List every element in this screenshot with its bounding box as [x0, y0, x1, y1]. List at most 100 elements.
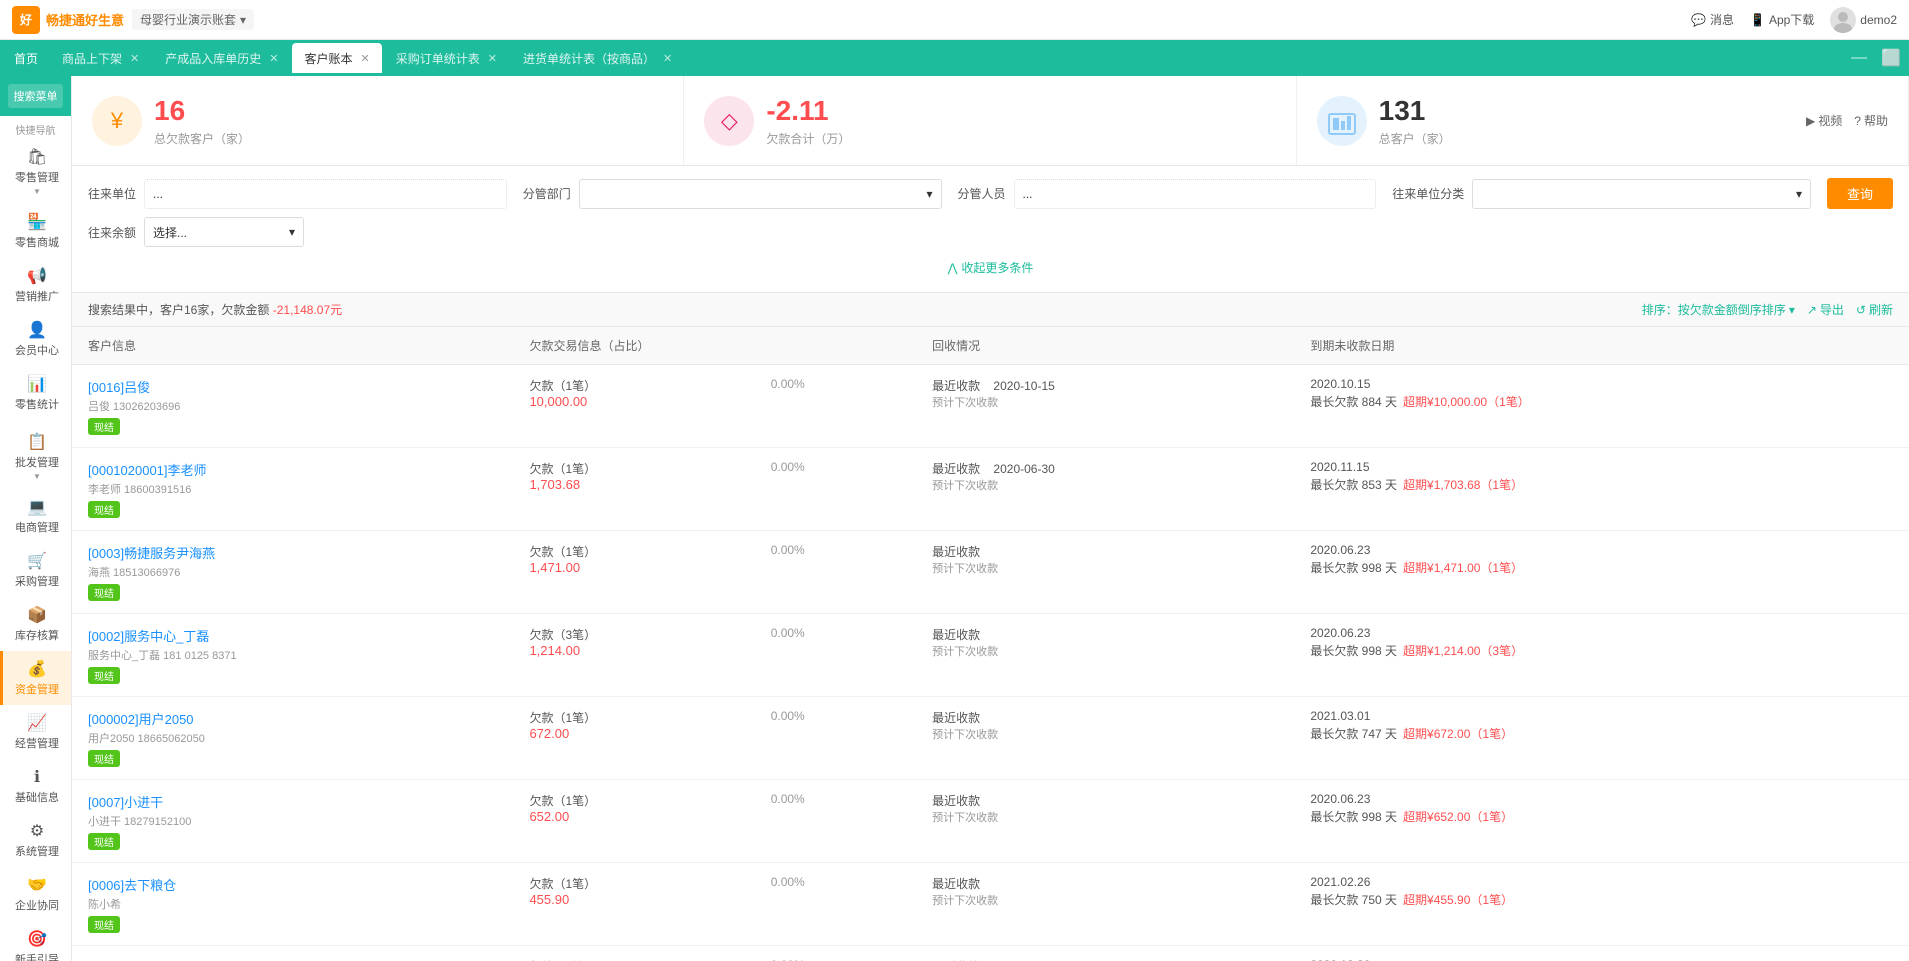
- tab-maximize-button[interactable]: ⬜: [1877, 48, 1905, 68]
- tab-product-history[interactable]: 产成品入库单历史 ✕: [153, 43, 290, 73]
- tab-close-icon[interactable]: ✕: [130, 52, 139, 65]
- debt-amount[interactable]: 10,000.00: [529, 394, 738, 409]
- overdue-days: 最长欠款 998 天: [1310, 559, 1397, 576]
- debt-count: 欠款（1笔）: [529, 792, 738, 809]
- tab-customer-account[interactable]: 客户账本 ✕: [292, 43, 381, 73]
- due-date: 2020.06.23: [1310, 792, 1893, 806]
- query-button[interactable]: 查询: [1827, 178, 1893, 209]
- overdue-amount-link[interactable]: 超期¥672.00（1笔）: [1403, 725, 1513, 742]
- sidebar-item-retail-stats[interactable]: 📊 零售统计: [0, 366, 71, 420]
- chevron-down-icon: ▾: [1796, 187, 1802, 201]
- sidebar-item-retail-mall[interactable]: 🏪 零售商城: [0, 204, 71, 258]
- tab-product-offshelf[interactable]: 商品上下架 ✕: [50, 43, 151, 73]
- customer-name-link[interactable]: [0002]服务中心_丁磊: [88, 626, 497, 645]
- tab-close-icon[interactable]: ✕: [663, 52, 672, 65]
- sidebar-item-guide[interactable]: 🎯 新手引导: [0, 921, 71, 961]
- debt-amount[interactable]: 1,703.68: [529, 477, 738, 492]
- help-button[interactable]: ? 帮助: [1854, 112, 1888, 129]
- customer-badge: 现结: [88, 501, 120, 518]
- tab-purchase-order[interactable]: 采购订单统计表 ✕: [384, 43, 509, 73]
- sort-label: 排序：按欠款金额倒序排序: [1642, 301, 1786, 318]
- overdue-amount-link[interactable]: 超期¥455.90（1笔）: [1403, 891, 1513, 908]
- app-download-button[interactable]: 📱 App下载: [1750, 11, 1814, 28]
- due-date-cell: 2020.06.23 最长欠款 998 天 超期¥1,471.00（1笔）: [1294, 531, 1909, 614]
- sidebar-item-retail-mgmt[interactable]: 🛍 零售管理 ▼: [0, 139, 71, 204]
- sort-select[interactable]: 排序：按欠款金额倒序排序 ▾: [1642, 301, 1795, 318]
- next-collect-label: 预计下次收款: [932, 394, 1278, 410]
- sidebar-item-basic-info[interactable]: ℹ 基础信息: [0, 759, 71, 813]
- debt-amount[interactable]: 652.00: [529, 809, 738, 824]
- table-row: [0002]服务中心_丁磊 服务中心_丁磊 181 0125 8371 现结 欠…: [72, 614, 1909, 697]
- recovery-cell: 最近收款 预计下次收款: [916, 697, 1294, 780]
- sidebar-item-system[interactable]: ⚙ 系统管理: [0, 813, 71, 867]
- home-label: 首页: [14, 50, 38, 67]
- debt-amount[interactable]: 1,471.00: [529, 560, 738, 575]
- sidebar-item-enterprise[interactable]: 🤝 企业协同: [0, 867, 71, 921]
- customer-info-cell: [0003]畅捷服务尹海燕 海燕 18513066976 现结: [72, 531, 513, 614]
- sidebar-item-batch-mgmt[interactable]: 📋 批发管理 ▼: [0, 424, 71, 489]
- debt-amount[interactable]: 1,214.00: [529, 643, 738, 658]
- chevron-down-icon: ▾: [289, 225, 295, 239]
- sidebar-item-member[interactable]: 👤 会员中心: [0, 312, 71, 366]
- result-bar: 搜索结果中，客户16家，欠款金额 -21,148.07元 排序：按欠款金额倒序排…: [72, 293, 1909, 327]
- user-avatar[interactable]: demo2: [1830, 7, 1897, 33]
- overdue-amount-link[interactable]: 超期¥652.00（1笔）: [1403, 808, 1513, 825]
- result-summary: 搜索结果中，客户16家，欠款金额 -21,148.07元: [88, 301, 342, 318]
- due-date-cell: 2020.11.15 最长欠款 853 天 超期¥1,703.68（1笔）: [1294, 448, 1909, 531]
- from-unit-input[interactable]: ...: [144, 179, 507, 209]
- customer-name-link[interactable]: [000002]用户2050: [88, 709, 497, 728]
- sidebar-item-ecommerce[interactable]: 💻 电商管理: [0, 489, 71, 543]
- customer-name-link[interactable]: [0016]吕俊: [88, 377, 497, 396]
- tab-minimize-button[interactable]: —: [1847, 49, 1871, 67]
- tab-close-icon[interactable]: ✕: [361, 52, 370, 65]
- tab-close-icon[interactable]: ✕: [269, 52, 278, 65]
- sidebar-item-operations[interactable]: 📈 经营管理: [0, 705, 71, 759]
- refresh-button[interactable]: ↺ 刷新: [1856, 301, 1893, 318]
- debt-amount[interactable]: 672.00: [529, 726, 738, 741]
- recovery-cell: 最近收款 预计下次收款: [916, 614, 1294, 697]
- stat-number-total: 131: [1379, 94, 1451, 128]
- filter-row-2: 往来余额 选择... ▾: [88, 217, 1893, 247]
- recovery-cell: 最近收款 预计下次收款: [916, 946, 1294, 961]
- video-icon: ▶: [1806, 114, 1815, 128]
- due-date-cell: 2020.06.23 最长欠款 998 天 超期¥1,214.00（3笔）: [1294, 614, 1909, 697]
- sidebar-item-inventory[interactable]: 📦 库存核算: [0, 597, 71, 651]
- customer-name-link[interactable]: [0007]小进干: [88, 792, 497, 811]
- messages-button[interactable]: 💬 消息: [1691, 11, 1734, 28]
- export-button[interactable]: ↗ 导出: [1807, 301, 1844, 318]
- dept-select[interactable]: ▾: [579, 179, 942, 209]
- debt-count-cell: 欠款（3笔） 1,214.00: [513, 614, 754, 697]
- debt-count-cell: 欠款（1笔） 10,000.00: [513, 365, 754, 448]
- tab-close-icon[interactable]: ✕: [488, 52, 497, 65]
- customer-name-link[interactable]: [0001020001]李老师: [88, 460, 497, 479]
- overdue-amount-link[interactable]: 超期¥1,703.68（1笔）: [1403, 476, 1523, 493]
- overdue-days: 最长欠款 747 天: [1310, 725, 1397, 742]
- shop-selector[interactable]: 母婴行业演示账套 ▾: [132, 9, 254, 30]
- sidebar-label: 零售统计: [15, 396, 59, 412]
- tab-home[interactable]: 首页: [4, 43, 48, 73]
- debt-amount[interactable]: 455.90: [529, 892, 738, 907]
- tab-purchase-stats[interactable]: 进货单统计表（按商品） ✕: [511, 43, 684, 73]
- debt-percentage: 0.00%: [771, 875, 805, 889]
- overdue-amount-link[interactable]: 超期¥1,471.00（1笔）: [1403, 559, 1523, 576]
- sidebar-item-capital[interactable]: 💰 资金管理: [0, 651, 71, 705]
- overdue-amount-link[interactable]: 超期¥1,214.00（3笔）: [1403, 642, 1523, 659]
- debt-count-cell: 欠款（1笔） 1,471.00: [513, 531, 754, 614]
- customer-name-link[interactable]: [0006]去下粮仓: [88, 875, 497, 894]
- table-header: 客户信息 欠款交易信息（占比） 回收情况 到期未收款日期: [72, 327, 1909, 365]
- customer-badge: 现结: [88, 418, 120, 435]
- customer-name-link[interactable]: [0003]畅捷服务尹海燕: [88, 543, 497, 562]
- stat-overdue-amount: ◇ -2.11 欠款合计（万）: [684, 76, 1296, 165]
- export-icon: ↗: [1807, 303, 1817, 317]
- stats-help: ▶ 视频 ? 帮助: [1806, 112, 1888, 129]
- sidebar-item-purchase[interactable]: 🛒 采购管理: [0, 543, 71, 597]
- search-menu-button[interactable]: 搜索菜单: [8, 84, 63, 108]
- overdue-amount-link[interactable]: 超期¥10,000.00（1笔）: [1403, 393, 1530, 410]
- video-help-button[interactable]: ▶ 视频: [1806, 112, 1842, 129]
- remaining-select[interactable]: 选择... ▾: [144, 217, 304, 247]
- unit-category-select[interactable]: ▾: [1472, 179, 1811, 209]
- collapse-button[interactable]: ⋀ 收起更多条件: [948, 259, 1034, 276]
- debt-percentage-cell: 0.00%: [755, 531, 916, 614]
- person-input[interactable]: ...: [1014, 179, 1377, 209]
- sidebar-item-marketing[interactable]: 📢 营销推广: [0, 258, 71, 312]
